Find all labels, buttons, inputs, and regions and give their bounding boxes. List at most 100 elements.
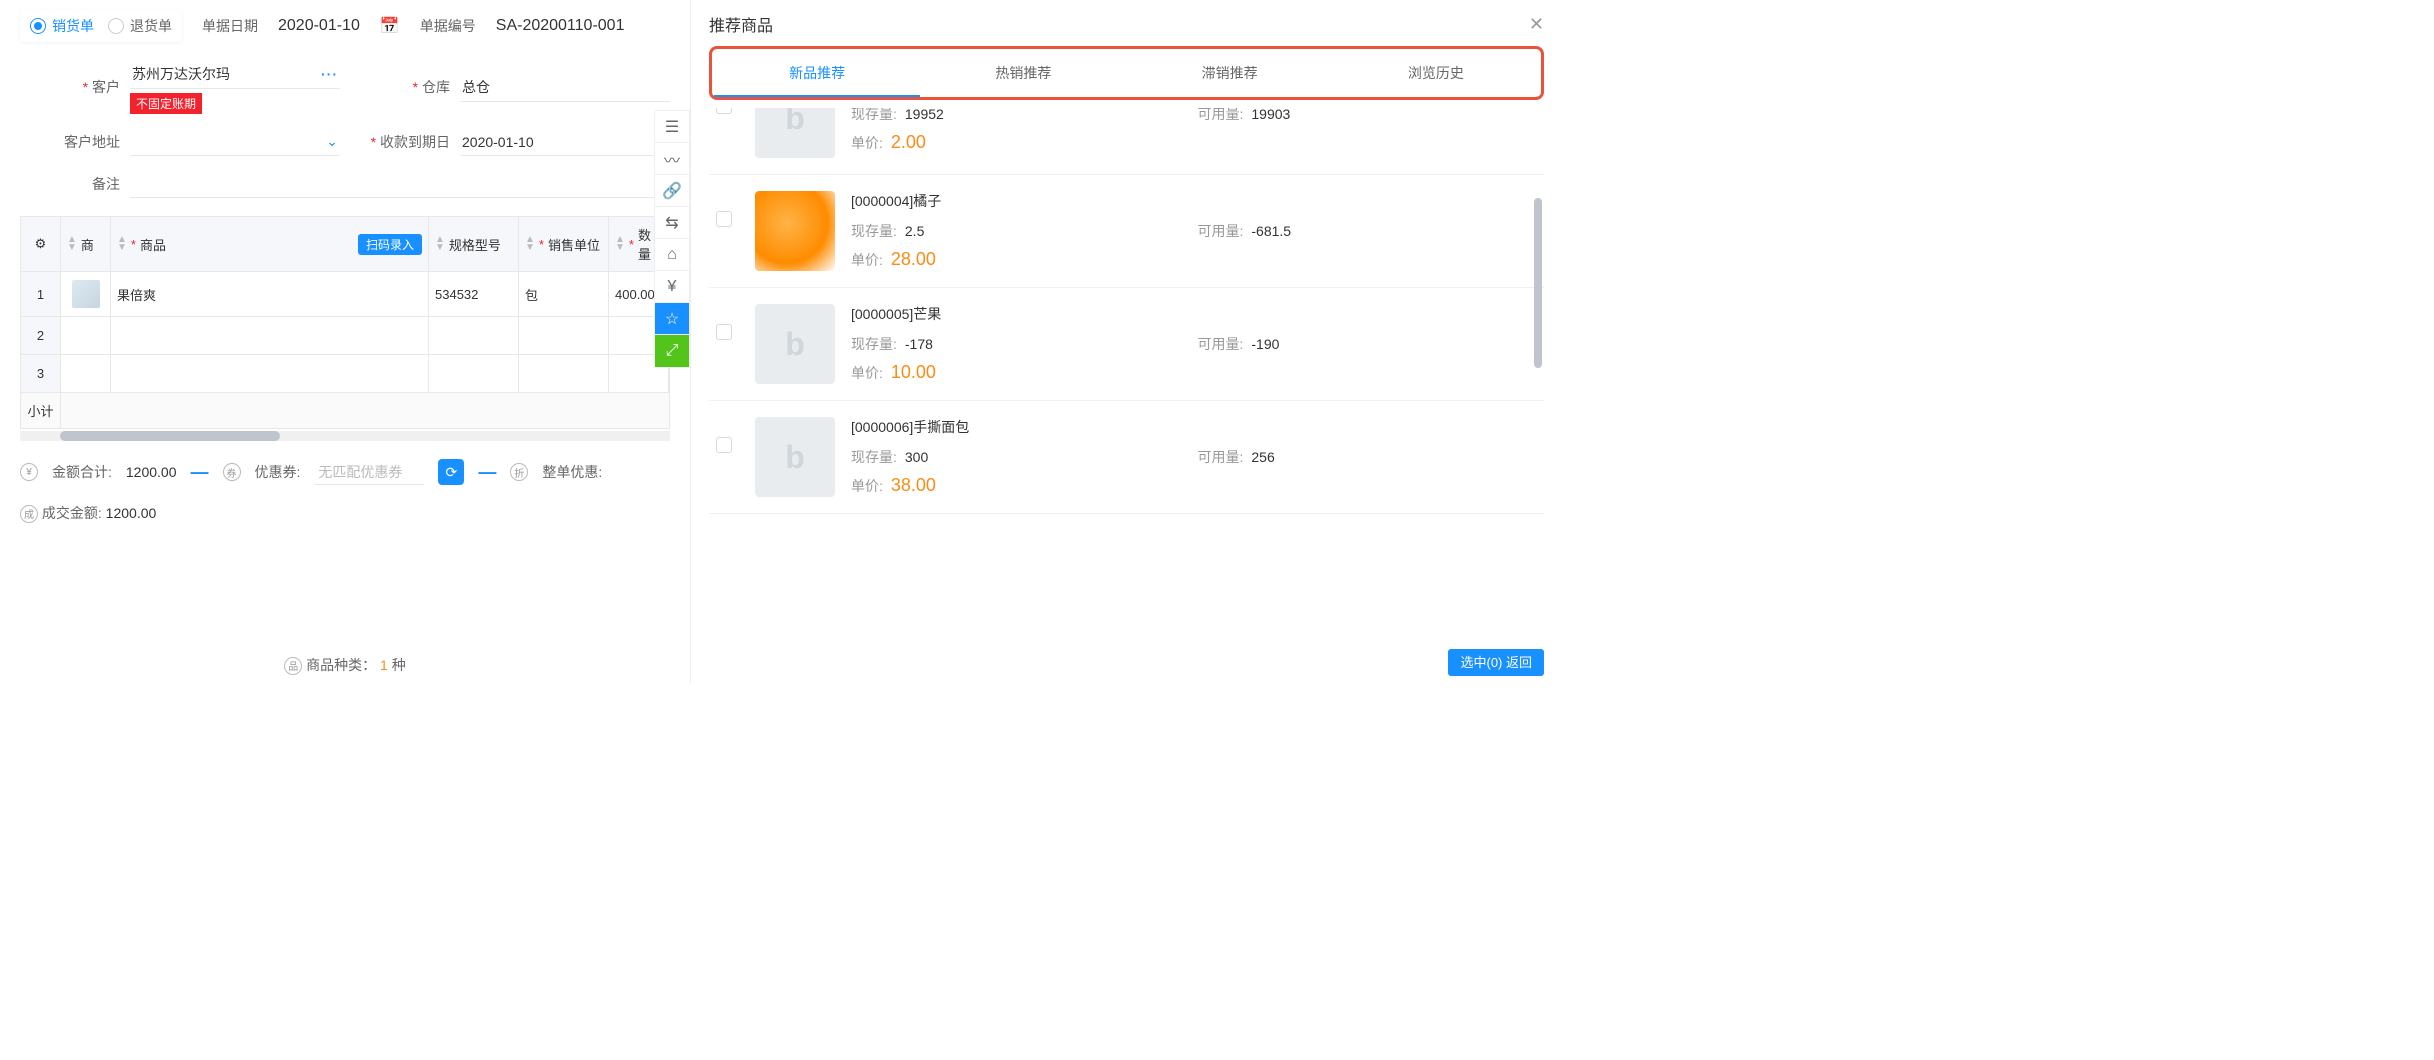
item-name: [0000005]芒果 — [851, 304, 1544, 324]
row-unit[interactable] — [519, 317, 609, 354]
currency-icon[interactable]: ¥ — [655, 271, 689, 303]
chart-icon[interactable]: 〰 — [655, 143, 689, 175]
horizontal-scrollbar[interactable] — [20, 431, 670, 441]
minus-icon: — — [191, 462, 209, 483]
expand-icon[interactable]: ⤢ — [655, 335, 689, 367]
stock-value: -178 — [905, 336, 933, 352]
star-icon[interactable]: ☆ — [655, 303, 689, 335]
recommend-tabs-highlight: 新品推荐 热销推荐 滞销推荐 浏览历史 — [709, 46, 1544, 100]
row-spec[interactable]: 534532 — [429, 272, 519, 316]
customer-lookup-icon[interactable]: ··· — [321, 66, 338, 82]
product-thumb-icon — [72, 280, 100, 308]
subtotal-row: 小计 — [21, 392, 669, 428]
list-item[interactable]: b 250ml 现存量:19952 可用量:19903 单价:2.00 — [709, 108, 1544, 175]
due-value: 2020-01-10 — [462, 134, 534, 150]
address-input[interactable]: ⌄ — [130, 128, 340, 156]
list-icon[interactable]: ☰ — [655, 111, 689, 143]
stock-label: 现存量: — [851, 223, 897, 239]
tab-new[interactable]: 新品推荐 — [714, 51, 920, 97]
radio-sales-label: 销货单 — [52, 16, 94, 36]
list-item[interactable]: b [0000005]芒果 现存量:-178 可用量:-190 单价:10.00 — [709, 288, 1544, 401]
summary-bar: ¥ 金额合计: 1200.00 — 券 优惠券: 无匹配优惠券 ⟳ — 折 整单… — [20, 459, 670, 523]
kinds-icon: 品 — [284, 657, 302, 675]
stock-label: 现存量: — [851, 336, 897, 352]
address-label: 客户地址 — [20, 132, 130, 152]
item-checkbox[interactable] — [709, 417, 739, 453]
avail-label: 可用量: — [1198, 108, 1244, 122]
row-unit[interactable]: 包 — [519, 272, 609, 316]
table-row[interactable]: 3 — [21, 354, 669, 392]
bottom-summary: 品 商品种类： 1 种 — [0, 655, 690, 675]
selected-return-button[interactable]: 选中(0) 返回 — [1448, 649, 1544, 676]
warehouse-input[interactable]: 总仓 — [460, 73, 670, 102]
date-value[interactable]: 2020-01-10 — [278, 17, 360, 35]
row-product[interactable] — [111, 355, 429, 392]
subtotal-label: 小计 — [21, 393, 61, 428]
table-row[interactable]: 1 果倍爽 534532 包 400.00 — [21, 271, 669, 316]
row-spec[interactable] — [429, 317, 519, 354]
vertical-scrollbar[interactable] — [1534, 198, 1542, 368]
avail-value: 256 — [1251, 449, 1274, 465]
price-label: 单价: — [851, 252, 883, 268]
th-spec-label: 规格型号 — [449, 235, 501, 254]
row-image[interactable] — [61, 317, 111, 354]
deal-label: 成交金额: — [42, 505, 102, 521]
row-image[interactable] — [61, 355, 111, 392]
payment-term-badge: 不固定账期 — [130, 93, 202, 114]
th-image[interactable]: ▲▼商 — [61, 217, 111, 271]
price-value: 10.00 — [891, 362, 936, 382]
tab-history[interactable]: 浏览历史 — [1333, 51, 1539, 97]
radio-sales[interactable]: 销货单 — [30, 16, 94, 36]
radio-return-label: 退货单 — [130, 16, 172, 36]
row-spec[interactable] — [429, 355, 519, 392]
th-unit-label: 销售单位 — [548, 235, 600, 254]
row-index: 2 — [21, 317, 61, 354]
item-checkbox[interactable] — [709, 108, 739, 114]
minus-icon: — — [478, 462, 496, 483]
item-name: [0000006]手撕面包 — [851, 417, 1544, 437]
stock-value: 2.5 — [905, 223, 924, 239]
archive-icon[interactable]: ⌂ — [655, 239, 689, 271]
docno-label: 单据编号 — [420, 16, 476, 36]
row-product[interactable] — [111, 317, 429, 354]
calendar-icon[interactable]: 📅 — [380, 16, 400, 36]
price-value: 38.00 — [891, 475, 936, 495]
item-checkbox[interactable] — [709, 191, 739, 227]
item-checkbox[interactable] — [709, 304, 739, 340]
avail-label: 可用量: — [1198, 449, 1244, 465]
tab-hot[interactable]: 热销推荐 — [920, 51, 1126, 97]
list-item[interactable]: b [0000006]手撕面包 现存量:300 可用量:256 单价:38.00 — [709, 401, 1544, 514]
recommend-list: b 250ml 现存量:19952 可用量:19903 单价:2.00 [000… — [709, 108, 1544, 514]
stock-label: 现存量: — [851, 449, 897, 465]
placeholder-image-icon: b — [755, 417, 835, 497]
exchange-icon[interactable]: ⇆ — [655, 207, 689, 239]
price-value: 2.00 — [891, 132, 926, 152]
due-input[interactable]: 2020-01-10 — [460, 128, 670, 156]
link-icon[interactable]: 🔗 — [655, 175, 689, 207]
placeholder-image-icon: b — [755, 108, 835, 158]
scan-input-button[interactable]: 扫码录入 — [358, 234, 422, 255]
refresh-coupon-button[interactable]: ⟳ — [438, 459, 464, 485]
stock-value: 19952 — [905, 108, 944, 122]
table-row[interactable]: 2 — [21, 316, 669, 354]
row-product[interactable]: 果倍爽 — [111, 272, 429, 316]
gear-icon — [35, 236, 47, 252]
tab-slow[interactable]: 滞销推荐 — [1127, 51, 1333, 97]
radio-return[interactable]: 退货单 — [108, 16, 172, 36]
note-input[interactable] — [130, 170, 670, 198]
customer-input[interactable]: 苏州万达沃尔玛 ··· — [130, 60, 340, 89]
row-unit[interactable] — [519, 355, 609, 392]
th-product[interactable]: ▲▼*商品扫码录入 — [111, 217, 429, 271]
bill-discount-label: 整单优惠: — [542, 462, 602, 482]
column-settings-button[interactable] — [21, 217, 61, 271]
price-label: 单价: — [851, 478, 883, 494]
yen-icon: ¥ — [20, 463, 38, 481]
doc-type-radio-group: 销货单 退货单 — [20, 10, 182, 42]
th-spec[interactable]: ▲▼规格型号 — [429, 217, 519, 271]
chevron-down-icon[interactable]: ⌄ — [326, 133, 338, 150]
th-unit[interactable]: ▲▼*销售单位 — [519, 217, 609, 271]
list-item[interactable]: [0000004]橘子 现存量:2.5 可用量:-681.5 单价:28.00 — [709, 175, 1544, 288]
close-icon[interactable]: ✕ — [1529, 14, 1544, 35]
row-image[interactable] — [61, 272, 111, 316]
coupon-input[interactable]: 无匹配优惠券 — [314, 460, 424, 485]
